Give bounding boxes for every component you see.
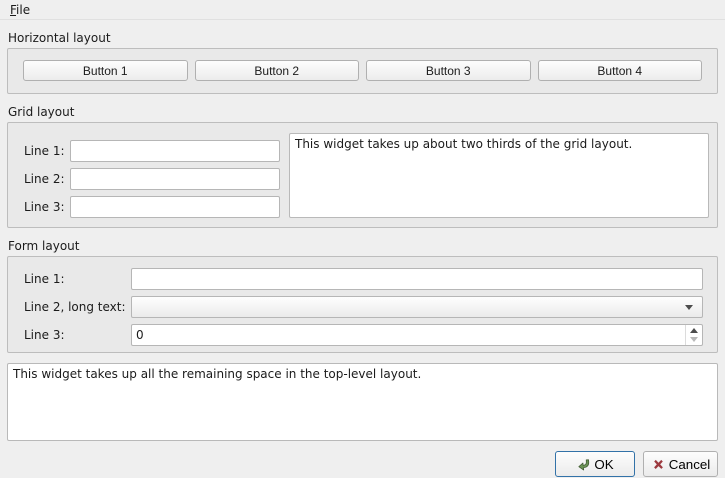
groupbox-horizontal-layout: Button 1 Button 2 Button 3 Button 4 <box>7 48 718 94</box>
grid-line2-input[interactable] <box>70 168 280 190</box>
ok-button-label: OK <box>594 456 614 472</box>
menu-file[interactable]: File <box>4 2 36 18</box>
spinbox-buttons <box>685 325 702 345</box>
grid-left-column: Line 1: Line 2: Line 3: <box>24 140 280 218</box>
grid-line1-input[interactable] <box>70 140 280 162</box>
spinbox-input[interactable] <box>132 325 685 345</box>
groupbox-title-grid-layout: Grid layout <box>8 105 75 119</box>
menu-file-rest: ile <box>16 2 31 17</box>
form-line2-combobox[interactable] <box>131 296 703 318</box>
groupbox-grid-layout: Line 1: Line 2: Line 3: This widget take… <box>7 122 718 228</box>
spin-up-icon[interactable] <box>690 328 698 333</box>
cancel-button-label: Cancel <box>668 456 711 472</box>
dialog-window: { "menubar": { "file": { "mnemonic": "F"… <box>0 0 725 478</box>
button-1[interactable]: Button 1 <box>23 60 188 81</box>
cancel-red-cross-icon <box>651 457 666 472</box>
form-line3-spinbox[interactable] <box>131 324 703 346</box>
grid-text-edit[interactable]: This widget takes up about two thirds of… <box>289 133 709 218</box>
groupbox-form-layout: Line 1: Line 2, long text: Line 3: <box>7 256 718 353</box>
grid-line3-input[interactable] <box>70 196 280 218</box>
ok-button[interactable]: OK <box>555 451 635 477</box>
chevron-down-icon <box>685 304 693 310</box>
groupbox-title-form-layout: Form layout <box>8 239 80 253</box>
grid-line1-label: Line 1: <box>24 144 65 158</box>
button-4[interactable]: Button 4 <box>537 60 702 81</box>
form-line2-label: Line 2, long text: <box>24 300 126 314</box>
grid-line3-label: Line 3: <box>24 200 65 214</box>
form-row-3: Line 3: <box>24 324 703 346</box>
ok-green-arrow-icon <box>576 457 591 472</box>
form-row-1: Line 1: <box>24 268 703 290</box>
grid-row-1: Line 1: <box>24 140 280 162</box>
button-2[interactable]: Button 2 <box>194 60 359 81</box>
dialog-content: Horizontal layout Button 1 Button 2 Butt… <box>0 31 725 477</box>
form-line1-input[interactable] <box>131 268 703 290</box>
menubar: File <box>0 0 725 20</box>
button-3[interactable]: Button 3 <box>366 60 531 81</box>
groupbox-title-horizontal-layout: Horizontal layout <box>8 31 111 45</box>
grid-row-3: Line 3: <box>24 196 280 218</box>
form-line3-label: Line 3: <box>24 328 65 342</box>
grid-row-2: Line 2: <box>24 168 280 190</box>
form-line1-label: Line 1: <box>24 272 65 286</box>
spin-down-icon[interactable] <box>690 337 698 342</box>
bottom-text-edit[interactable]: This widget takes up all the remaining s… <box>7 363 718 441</box>
cancel-button[interactable]: Cancel <box>643 451 718 477</box>
form-row-2: Line 2, long text: <box>24 296 703 318</box>
dialog-button-box: OK Cancel <box>7 451 718 477</box>
grid-line2-label: Line 2: <box>24 172 65 186</box>
